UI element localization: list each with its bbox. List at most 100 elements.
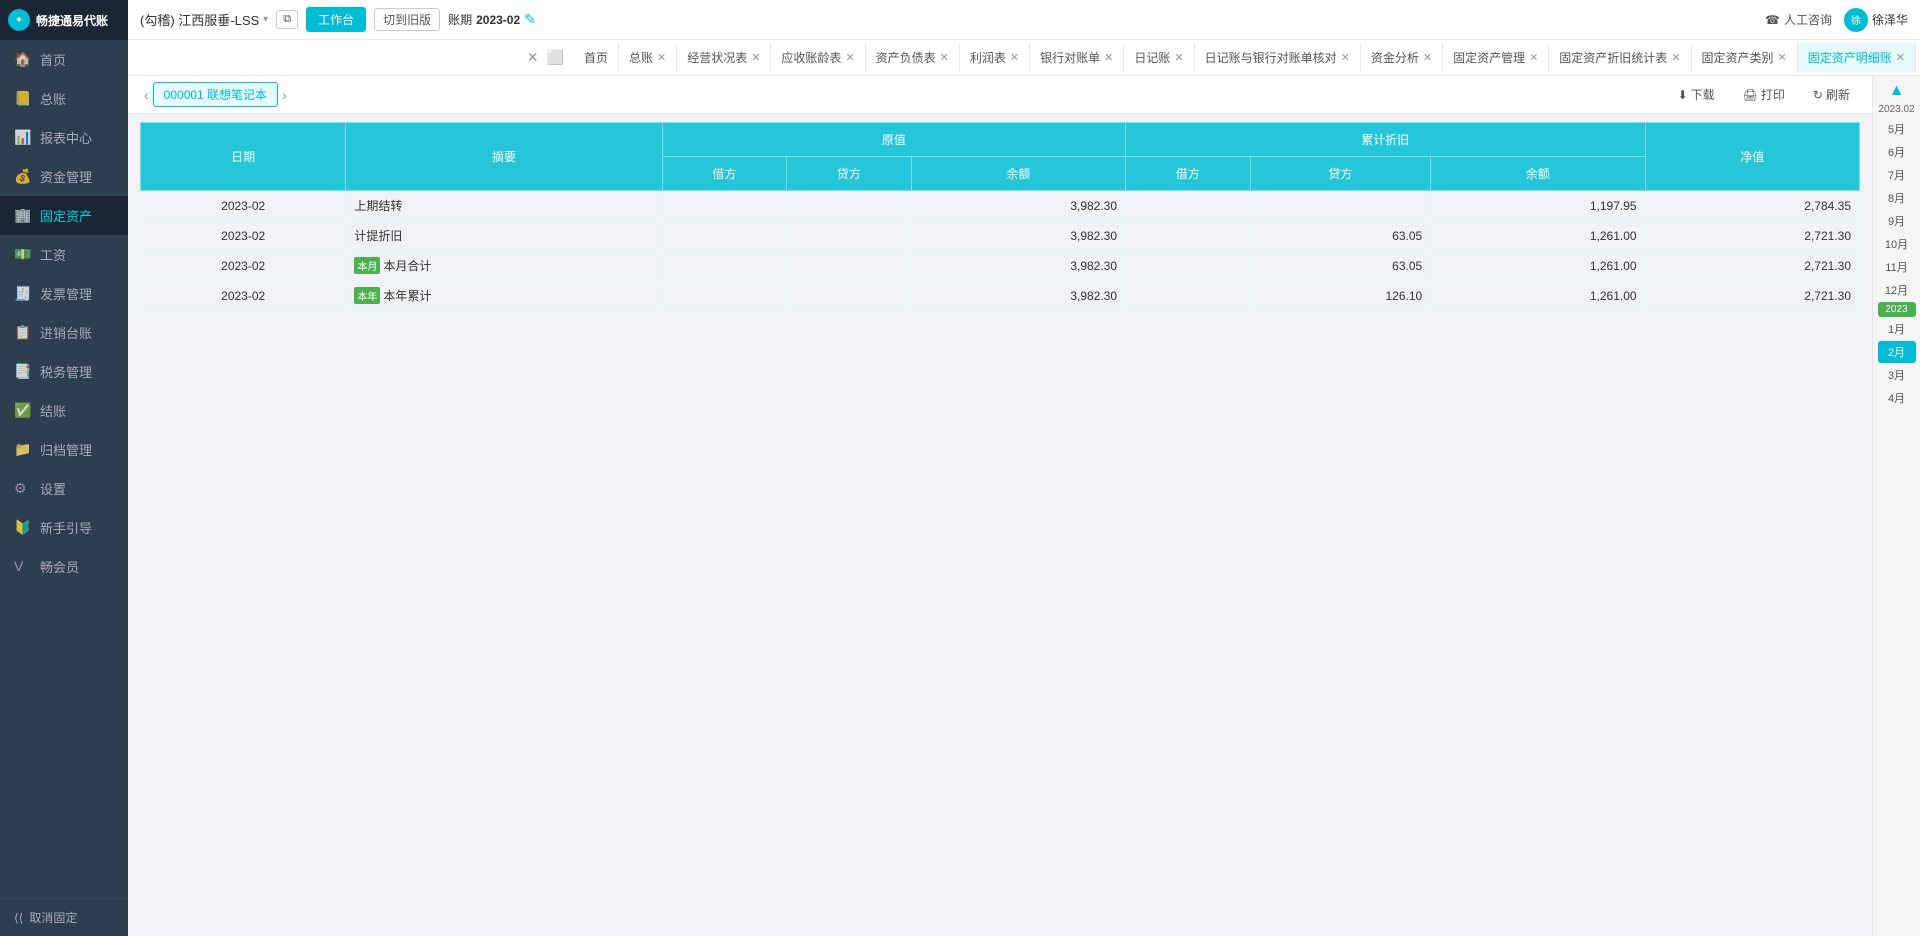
sidebar-item-guide[interactable]: 🔰新手引导 <box>0 508 128 547</box>
tab-固定资产折旧统计表[interactable]: 固定资产折旧统计表✕ <box>1549 43 1691 72</box>
sidebar-unpin[interactable]: ⟨⟨ 取消固定 <box>0 898 128 936</box>
timeline-month-7月[interactable]: 7月 <box>1878 164 1916 186</box>
cell-net-value: 2,721.30 <box>1645 251 1859 281</box>
tab-银行对账单[interactable]: 银行对账单✕ <box>1030 43 1124 72</box>
workbench-button[interactable]: 工作台 <box>306 7 366 32</box>
cell-yuanzhi-credit <box>787 221 912 251</box>
tab-close-应收账龄表[interactable]: ✕ <box>845 51 854 64</box>
tab-close-固定资产折旧统计表[interactable]: ✕ <box>1671 51 1680 64</box>
breadcrumb-actions: ⬇下载 🖨打印 ↻刷新 <box>1668 82 1860 107</box>
sidebar-item-invoice[interactable]: 🧾发票管理 <box>0 274 128 313</box>
breadcrumb-next[interactable]: › <box>278 87 291 103</box>
tab-应收账龄表[interactable]: 应收账龄表✕ <box>771 43 865 72</box>
sidebar-item-reports[interactable]: 📊报表中心 <box>0 118 128 157</box>
sidebar-item-purchase-sales[interactable]: 📋进销台账 <box>0 313 128 352</box>
salary-icon: 💵 <box>14 246 32 264</box>
cell-yuanzhi-balance: 3,982.30 <box>911 251 1125 281</box>
tab-资产负债表[interactable]: 资产负债表✕ <box>866 43 960 72</box>
tab-固定资产管理[interactable]: 固定资产管理✕ <box>1443 43 1549 72</box>
topbar-right: ☎ 人工咨询 徐 徐泽华 <box>1765 8 1908 32</box>
timeline-month-11月[interactable]: 11月 <box>1878 256 1916 278</box>
刷新-button[interactable]: ↻刷新 <box>1803 82 1860 107</box>
sidebar-item-ledger[interactable]: 📒总账 <box>0 79 128 118</box>
cell-leiji-debit <box>1126 221 1251 251</box>
switch-version-button[interactable]: 切到旧版 <box>374 8 440 31</box>
tab-maximize[interactable]: ⬜ <box>545 47 566 68</box>
timeline-panel: ▲ 2023.02 5月6月7月8月9月10月11月12月20231月2月3月4… <box>1872 76 1920 936</box>
tab-close-经营状况表[interactable]: ✕ <box>751 51 760 64</box>
tab-close-固定资产类别[interactable]: ✕ <box>1778 51 1787 64</box>
topbar-company: (勾稽) 江西服垂-LSS ▾ <box>140 10 268 29</box>
tab-固定资产类别[interactable]: 固定资产类别✕ <box>1692 43 1798 72</box>
tab-close-银行对账单[interactable]: ✕ <box>1104 51 1113 64</box>
settings-icon: ⚙ <box>14 480 32 498</box>
tab-close-all[interactable]: ✕ <box>525 47 541 68</box>
timeline-month-10月[interactable]: 10月 <box>1878 233 1916 255</box>
timeline-month-4月[interactable]: 4月 <box>1878 387 1916 409</box>
purchase-sales-icon: 📋 <box>14 324 32 342</box>
cell-yuanzhi-debit <box>662 281 787 311</box>
sidebar-item-settings[interactable]: ⚙设置 <box>0 469 128 508</box>
tab-日记账与银行对账单核对[interactable]: 日记账与银行对账单核对✕ <box>1195 43 1361 72</box>
breadcrumb-prev[interactable]: ‹ <box>140 87 153 103</box>
home-icon: 🏠 <box>14 51 32 69</box>
cell-leiji-credit: 63.05 <box>1250 221 1431 251</box>
user-profile[interactable]: 徐 徐泽华 <box>1844 8 1908 32</box>
tab-close-日记账与银行对账单核对[interactable]: ✕ <box>1341 51 1350 64</box>
tab-经营状况表[interactable]: 经营状况表✕ <box>677 43 771 72</box>
sidebar-item-archive[interactable]: 📁归档管理 <box>0 430 128 469</box>
timeline-month-2月[interactable]: 2月 <box>1878 341 1916 363</box>
timeline-month-12月[interactable]: 12月 <box>1878 279 1916 301</box>
company-dropdown-icon[interactable]: ▾ <box>263 14 268 25</box>
table-row: 2023-02 本年本年累计 3,982.30 126.10 1,261.00 … <box>141 281 1860 311</box>
下载-button[interactable]: ⬇下载 <box>1668 82 1725 107</box>
tab-资金分析[interactable]: 资金分析✕ <box>1361 43 1443 72</box>
sidebar-item-member[interactable]: V畅会员 <box>0 547 128 586</box>
table-row: 2023-02 计提折旧 3,982.30 63.05 1,261.00 2,7… <box>141 221 1860 251</box>
customer-service[interactable]: ☎ 人工咨询 <box>1765 11 1832 28</box>
tab-close-资产负债表[interactable]: ✕ <box>940 51 949 64</box>
fixed-asset-detail-table: 日期 摘要 原值 累计折旧 净值 借方 贷方 余额 借方 贷方 余额 <box>140 122 1860 311</box>
breadcrumb-asset[interactable]: 000001 联想笔记本 <box>153 82 278 107</box>
timeline-month-8月[interactable]: 8月 <box>1878 187 1916 209</box>
tab-close-利润表[interactable]: ✕ <box>1010 51 1019 64</box>
funds-icon: 💰 <box>14 168 32 186</box>
cell-leiji-balance: 1,261.00 <box>1431 251 1645 281</box>
timeline-month-6月[interactable]: 6月 <box>1878 141 1916 163</box>
tab-close-资金分析[interactable]: ✕ <box>1423 51 1432 64</box>
timeline-month-9月[interactable]: 9月 <box>1878 210 1916 232</box>
col-yuanzhi-debit: 借方 <box>662 157 787 191</box>
cell-leiji-credit: 126.10 <box>1250 281 1431 311</box>
tab-总账[interactable]: 总账✕ <box>619 43 677 72</box>
tab-close-总账[interactable]: ✕ <box>657 51 666 64</box>
timeline-month-1月[interactable]: 1月 <box>1878 318 1916 340</box>
打印-button[interactable]: 🖨打印 <box>1733 82 1795 107</box>
timeline-year-marker: 2023 <box>1878 302 1916 317</box>
sidebar-item-fixed-assets[interactable]: 🏢固定资产 <box>0 196 128 235</box>
sidebar-item-salary[interactable]: 💵工资 <box>0 235 128 274</box>
tab-日记账[interactable]: 日记账✕ <box>1124 43 1194 72</box>
fixed-assets-icon: 🏢 <box>14 207 32 225</box>
timeline-month-5月[interactable]: 5月 <box>1878 118 1916 140</box>
tab-首页[interactable]: 首页 <box>574 43 619 72</box>
sidebar-item-home[interactable]: 🏠首页 <box>0 40 128 79</box>
copy-company-button[interactable]: ⧉ <box>276 10 298 29</box>
cell-desc: 本月本月合计 <box>346 251 662 281</box>
tab-close-日记账[interactable]: ✕ <box>1174 51 1183 64</box>
timeline-month-3月[interactable]: 3月 <box>1878 364 1916 386</box>
tab-利润表[interactable]: 利润表✕ <box>960 43 1030 72</box>
timeline-prev-label: 2023.02 <box>1878 102 1914 117</box>
tab-close-固定资产明细账[interactable]: ✕ <box>1896 51 1905 64</box>
edit-period-icon[interactable]: ✎ <box>524 11 536 28</box>
tab-close-固定资产管理[interactable]: ✕ <box>1529 51 1538 64</box>
下载-icon: ⬇ <box>1678 88 1688 102</box>
sidebar-item-funds[interactable]: 💰资金管理 <box>0 157 128 196</box>
sidebar-item-tax[interactable]: 📑税务管理 <box>0 352 128 391</box>
sidebar-item-settlement[interactable]: ✅结账 <box>0 391 128 430</box>
cell-date: 2023-02 <box>141 251 346 281</box>
tab-固定资产明细账[interactable]: 固定资产明细账✕ <box>1798 43 1916 72</box>
cell-desc: 上期结转 <box>346 191 662 221</box>
col-leiji-debit: 借方 <box>1126 157 1251 191</box>
logo-icon: ✦ <box>8 9 30 31</box>
timeline-scroll-up[interactable]: ▲ <box>1887 80 1907 102</box>
